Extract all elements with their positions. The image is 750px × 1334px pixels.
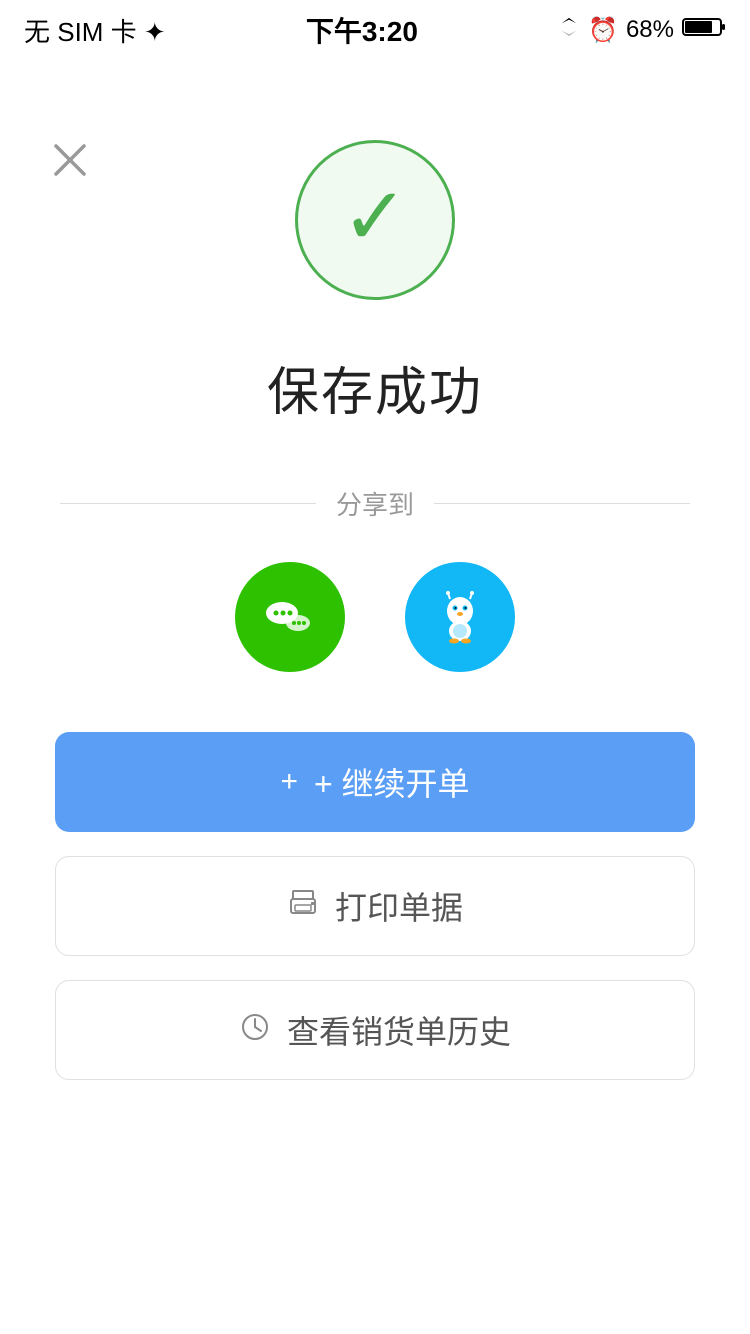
print-button[interactable]: 打印单据 (55, 856, 695, 956)
clock-icon (239, 1011, 271, 1049)
battery-icon (682, 16, 726, 45)
plus-icon: + (280, 767, 298, 797)
location-icon (558, 16, 580, 45)
share-label: 分享到 (336, 485, 414, 522)
battery-text: 68% (626, 16, 674, 44)
share-section: 分享到 (0, 485, 750, 672)
printer-icon (287, 887, 319, 925)
close-button[interactable] (40, 130, 100, 190)
success-title: 保存成功 (267, 350, 483, 425)
history-button[interactable]: 查看销货单历史 (55, 980, 695, 1080)
continue-label: + 继续开单 (314, 759, 470, 805)
share-icons (235, 562, 515, 672)
share-divider: 分享到 (0, 485, 750, 522)
main-content: ✓ 保存成功 分享到 (0, 60, 750, 1334)
history-label: 查看销货单历史 (287, 1007, 511, 1053)
print-label: 打印单据 (335, 883, 463, 929)
alarm-icon: ⏰ (588, 16, 618, 45)
status-right: ⏰ 68% (558, 16, 726, 45)
continue-button[interactable]: + + 继续开单 (55, 732, 695, 832)
sim-status: 无 SIM 卡 ✦ (24, 12, 166, 49)
share-wechat-button[interactable] (235, 562, 345, 672)
status-bar: 无 SIM 卡 ✦ 下午3:20 ⏰ 68% (0, 0, 750, 60)
success-icon-circle: ✓ (295, 140, 455, 300)
checkmark-icon: ✓ (341, 177, 408, 257)
share-qq-button[interactable] (405, 562, 515, 672)
action-buttons: + + 继续开单 打印单据 查看销货单历史 (55, 732, 695, 1080)
status-left: 无 SIM 卡 ✦ (24, 12, 166, 49)
status-time: 下午3:20 (306, 10, 418, 50)
